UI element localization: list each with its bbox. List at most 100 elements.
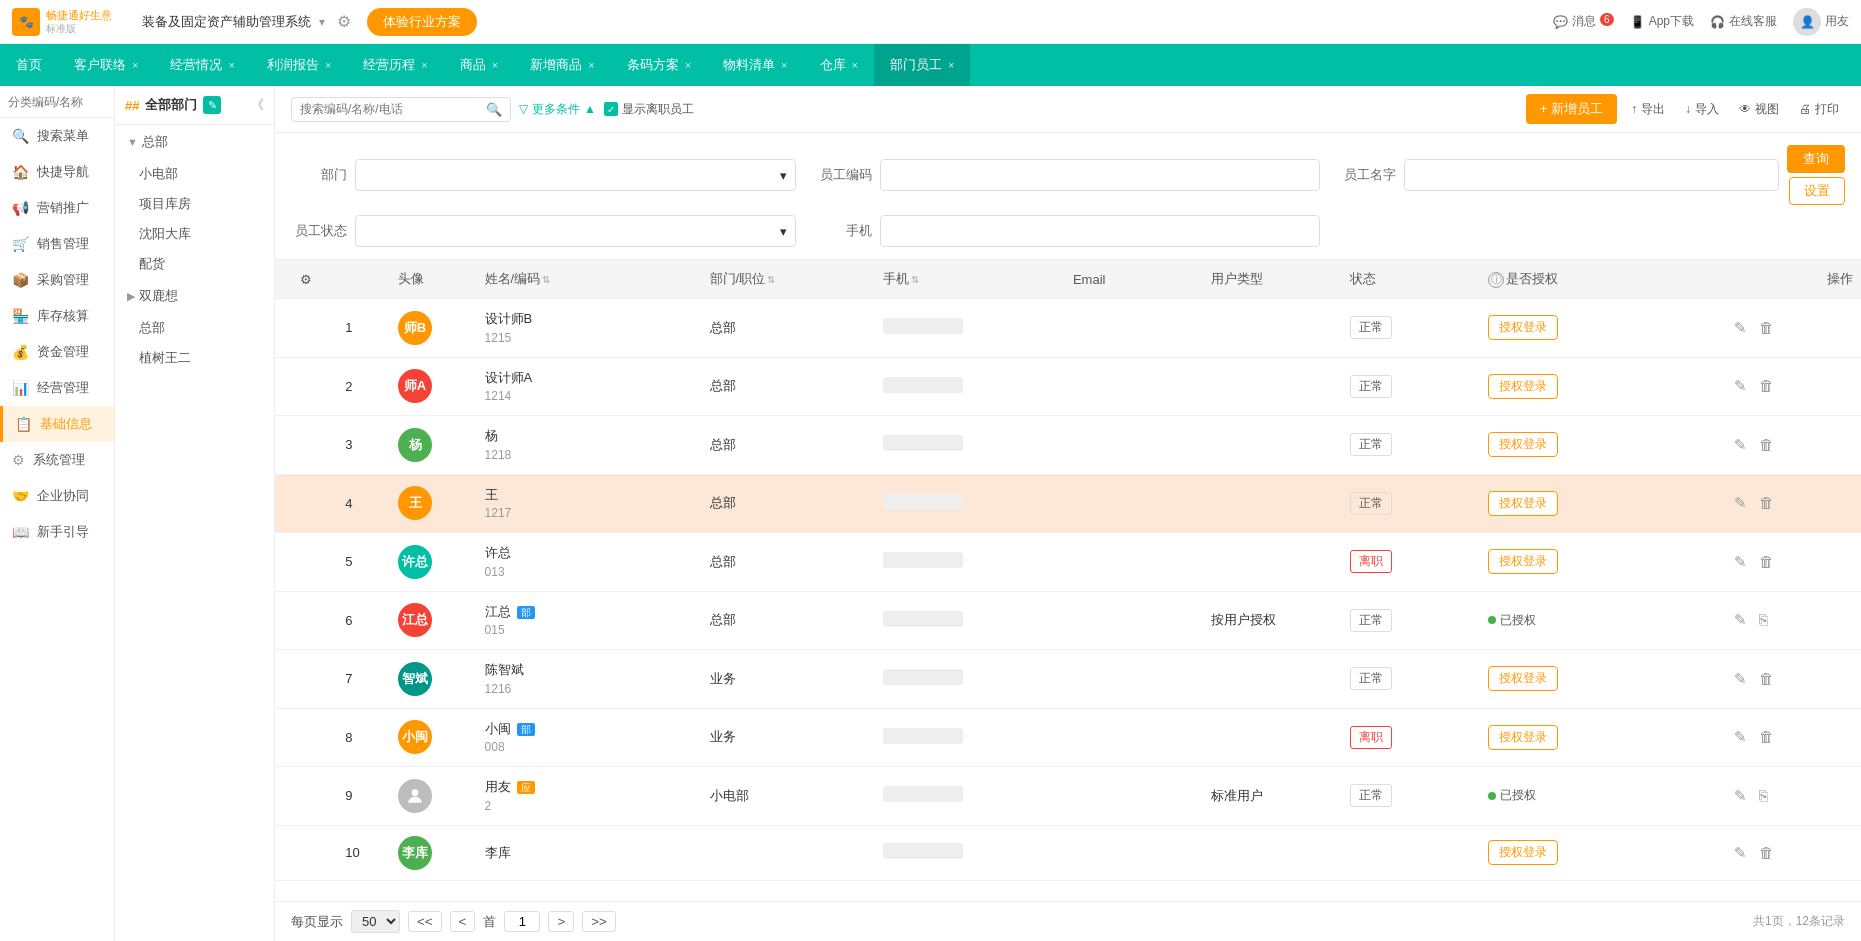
prev-page-button[interactable]: <: [450, 911, 476, 932]
show-departed-toggle[interactable]: ✓ 显示离职员工: [604, 101, 694, 118]
tree-item-double-deer[interactable]: ▶ 双鹿想: [115, 279, 274, 313]
auth-login-button[interactable]: 授权登录: [1488, 374, 1558, 399]
nav-operation-close[interactable]: ×: [228, 59, 234, 71]
nav-bom-close[interactable]: ×: [781, 59, 787, 71]
delete-icon[interactable]: 🗑: [1755, 492, 1778, 513]
edit-icon[interactable]: ✎: [1730, 492, 1751, 513]
delete-icon[interactable]: 🗑: [1755, 726, 1778, 747]
edit-icon[interactable]: ✎: [1730, 842, 1751, 863]
nav-history[interactable]: 经营历程 ×: [347, 44, 443, 86]
delete-icon[interactable]: 🗑: [1755, 375, 1778, 396]
tree-item-small-electric[interactable]: 小电部: [115, 159, 274, 189]
tree-item-plant-tree[interactable]: 植树王二: [115, 343, 274, 373]
sidebar-item-management[interactable]: 📊 经营管理: [0, 370, 114, 406]
tree-item-distribution[interactable]: 配货: [115, 249, 274, 279]
delete-icon[interactable]: 🗑: [1755, 551, 1778, 572]
edit-icon[interactable]: ✎: [1730, 551, 1751, 572]
first-page-button[interactable]: <<: [408, 911, 442, 932]
nav-bom[interactable]: 物料清单 ×: [707, 44, 803, 86]
search-input[interactable]: [300, 102, 482, 116]
auth-login-button[interactable]: 授权登录: [1488, 840, 1558, 865]
view-button[interactable]: 👁 视图: [1733, 97, 1785, 122]
auth-login-button[interactable]: 授权登录: [1488, 491, 1558, 516]
search-input-icon[interactable]: 🔍: [486, 102, 502, 117]
col-phone[interactable]: 手机⇅: [875, 260, 1065, 299]
edit-icon[interactable]: ✎: [1730, 609, 1751, 630]
last-page-button[interactable]: >>: [582, 911, 616, 932]
tree-item-hq[interactable]: 总部: [115, 313, 274, 343]
copy-icon[interactable]: ⎘: [1755, 785, 1772, 806]
auth-login-button[interactable]: 授权登录: [1488, 432, 1558, 457]
nav-profit-close[interactable]: ×: [325, 59, 331, 71]
auth-login-button[interactable]: 授权登录: [1488, 315, 1558, 340]
sidebar-item-basic-info[interactable]: 📋 基础信息: [0, 406, 114, 442]
online-service-button[interactable]: 🎧 在线客服: [1710, 13, 1777, 30]
more-filter-button[interactable]: ▽ 更多条件 ▲: [519, 101, 596, 118]
edit-icon[interactable]: ✎: [1730, 434, 1751, 455]
filter-emp-code-input[interactable]: [880, 159, 1321, 191]
sidebar-item-sales[interactable]: 🛒 销售管理: [0, 226, 114, 262]
edit-icon[interactable]: ✎: [1730, 785, 1751, 806]
copy-icon[interactable]: ⎘: [1755, 609, 1772, 630]
sidebar-item-marketing[interactable]: 📢 营销推广: [0, 190, 114, 226]
nav-profit[interactable]: 利润报告 ×: [251, 44, 347, 86]
dropdown-arrow-icon[interactable]: ▾: [319, 15, 325, 29]
settings-col-icon[interactable]: ⚙: [300, 272, 312, 287]
add-employee-button[interactable]: + 新增员工: [1526, 94, 1617, 124]
app-download-button[interactable]: 📱 App下载: [1630, 13, 1694, 30]
sidebar-item-inventory[interactable]: 🏪 库存核算: [0, 298, 114, 334]
tree-item-project-warehouse[interactable]: 项目库房: [115, 189, 274, 219]
nav-employee-close[interactable]: ×: [948, 59, 954, 71]
show-departed-checkbox[interactable]: ✓: [604, 102, 618, 116]
nav-barcode[interactable]: 条码方案 ×: [611, 44, 707, 86]
nav-products[interactable]: 商品 ×: [444, 44, 514, 86]
gear-icon[interactable]: ⚙: [337, 12, 351, 31]
auth-login-button[interactable]: 授权登录: [1488, 549, 1558, 574]
edit-icon[interactable]: ✎: [1730, 375, 1751, 396]
auth-login-button[interactable]: 授权登录: [1488, 666, 1558, 691]
filter-phone-input[interactable]: [880, 215, 1321, 247]
message-button[interactable]: 💬 消息 6: [1553, 13, 1614, 30]
import-button[interactable]: ↓ 导入: [1679, 97, 1725, 122]
sidebar-item-finance[interactable]: 💰 资金管理: [0, 334, 114, 370]
next-page-button[interactable]: >: [548, 911, 574, 932]
filter-emp-name-input[interactable]: [1404, 159, 1779, 191]
col-dept[interactable]: 部门/职位⇅: [702, 260, 875, 299]
edit-icon[interactable]: ✎: [1730, 726, 1751, 747]
sidebar-item-collab[interactable]: 🤝 企业协同: [0, 478, 114, 514]
nav-products-close[interactable]: ×: [492, 59, 498, 71]
sidebar-item-quick-nav[interactable]: 🏠 快捷导航: [0, 154, 114, 190]
delete-icon[interactable]: 🗑: [1755, 842, 1778, 863]
delete-icon[interactable]: 🗑: [1755, 317, 1778, 338]
sidebar-item-purchase[interactable]: 📦 采购管理: [0, 262, 114, 298]
page-number-input[interactable]: [504, 911, 540, 932]
nav-customer-close[interactable]: ×: [132, 59, 138, 71]
nav-warehouse-close[interactable]: ×: [852, 59, 858, 71]
per-page-select[interactable]: 50: [351, 910, 400, 933]
sidebar-item-search-menu[interactable]: 🔍 搜索菜单: [0, 118, 114, 154]
edit-icon[interactable]: ✎: [1730, 668, 1751, 689]
nav-home[interactable]: 首页: [0, 44, 58, 86]
tree-item-headquarters[interactable]: ▼ 总部: [115, 125, 274, 159]
export-button[interactable]: ↑ 导出: [1625, 97, 1671, 122]
nav-warehouse[interactable]: 仓库 ×: [804, 44, 874, 86]
trial-button[interactable]: 体验行业方案: [367, 8, 477, 36]
nav-history-close[interactable]: ×: [421, 59, 427, 71]
nav-operation[interactable]: 经营情况 ×: [154, 44, 250, 86]
edit-icon[interactable]: ✎: [1730, 317, 1751, 338]
reset-button[interactable]: 设置: [1789, 177, 1845, 205]
print-button[interactable]: 🖨 打印: [1793, 97, 1845, 122]
query-button[interactable]: 查询: [1787, 145, 1845, 173]
user-area[interactable]: 👤 用友: [1793, 8, 1849, 36]
collapse-tree-button[interactable]: 《: [251, 96, 264, 114]
delete-icon[interactable]: 🗑: [1755, 668, 1778, 689]
tree-item-shenyang[interactable]: 沈阳大库: [115, 219, 274, 249]
nav-add-product-close[interactable]: ×: [588, 59, 594, 71]
col-name[interactable]: 姓名/编码⇅: [477, 260, 702, 299]
dept-edit-button[interactable]: ✎: [203, 96, 221, 114]
nav-barcode-close[interactable]: ×: [685, 59, 691, 71]
nav-customer[interactable]: 客户联络 ×: [58, 44, 154, 86]
delete-icon[interactable]: 🗑: [1755, 434, 1778, 455]
nav-employee[interactable]: 部门员工 ×: [874, 44, 970, 86]
auth-login-button[interactable]: 授权登录: [1488, 725, 1558, 750]
